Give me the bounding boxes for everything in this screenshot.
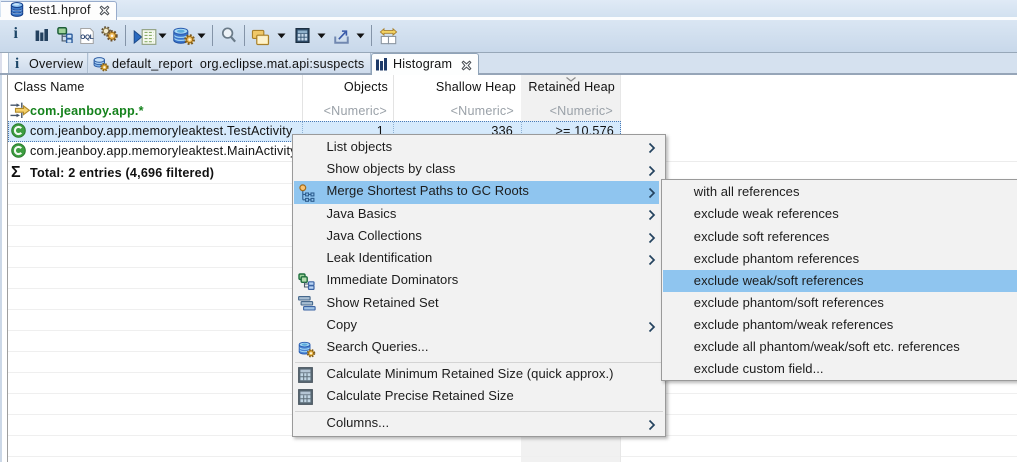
svg-text:OQL: OQL xyxy=(80,34,93,41)
